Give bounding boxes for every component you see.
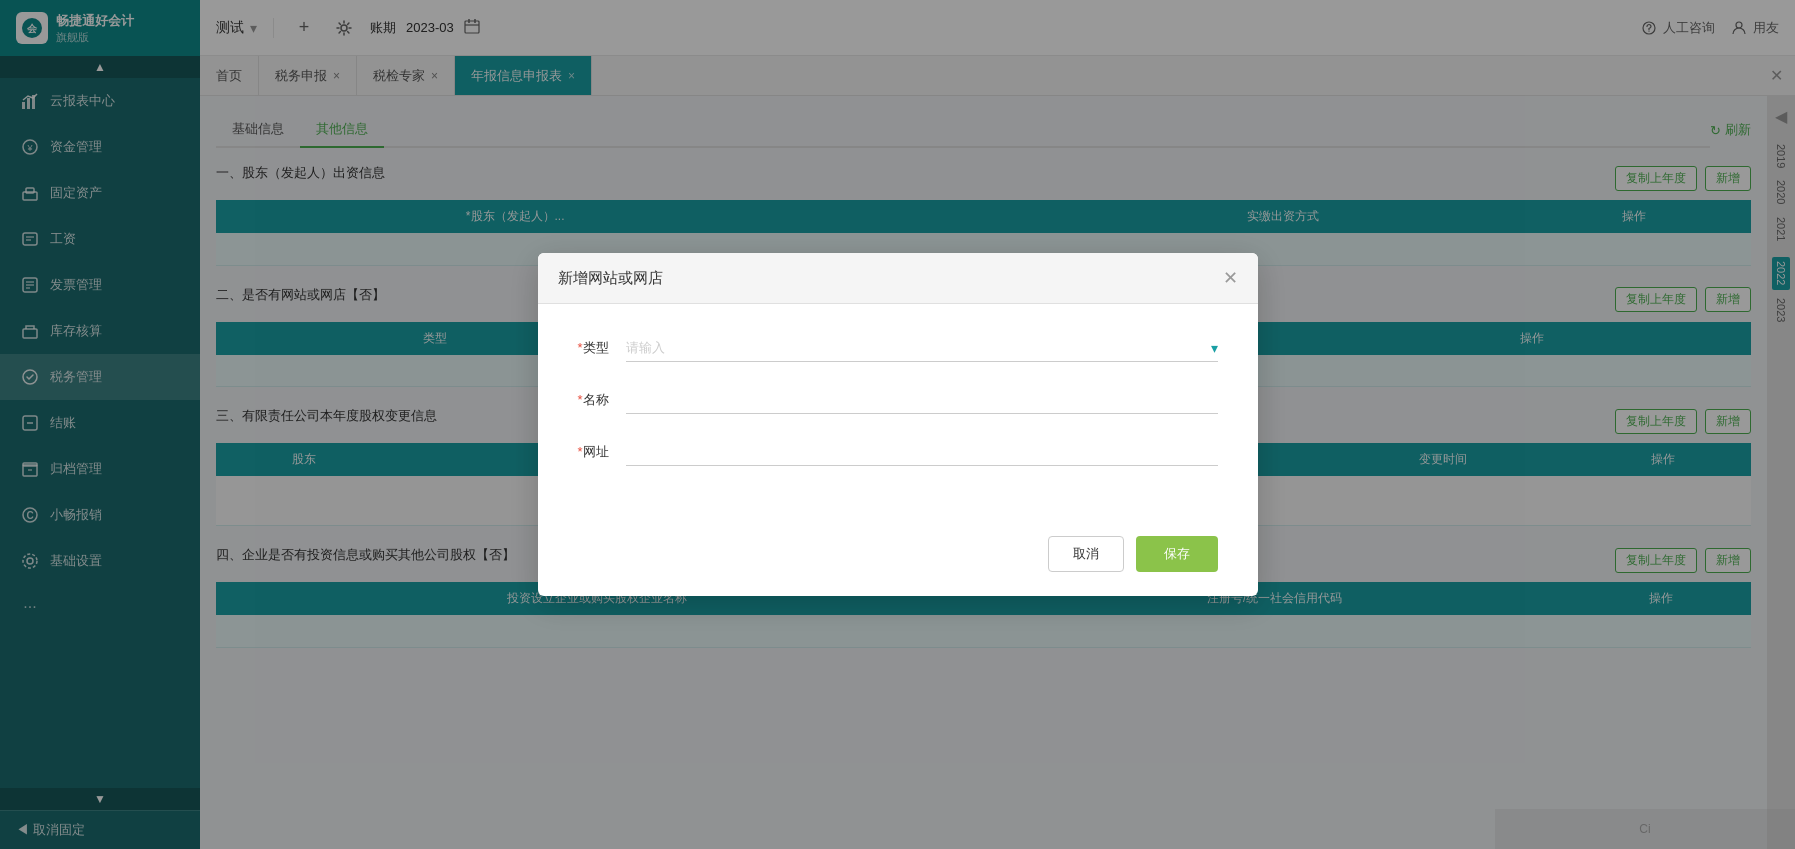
name-label: *名称 (578, 391, 618, 409)
modal-footer: 取消 保存 (538, 520, 1258, 596)
type-input-wrapper: ▾ (626, 334, 1218, 362)
name-input-wrapper (626, 386, 1218, 414)
url-input[interactable] (626, 438, 1218, 465)
name-input[interactable] (626, 386, 1218, 413)
modal-header: 新增网站或网店 ✕ (538, 253, 1258, 304)
type-label: *类型 (578, 339, 618, 357)
modal-body: *类型 ▾ *名称 *网址 (538, 304, 1258, 520)
type-chevron-icon[interactable]: ▾ (1211, 340, 1218, 356)
add-website-modal: 新增网站或网店 ✕ *类型 ▾ *名称 (538, 253, 1258, 596)
cancel-button[interactable]: 取消 (1048, 536, 1124, 572)
type-input[interactable] (626, 334, 1218, 361)
form-field-url: *网址 (578, 438, 1218, 466)
modal-title: 新增网站或网店 (558, 269, 663, 288)
form-field-type: *类型 ▾ (578, 334, 1218, 362)
form-field-name: *名称 (578, 386, 1218, 414)
modal-close-button[interactable]: ✕ (1223, 267, 1238, 289)
url-label: *网址 (578, 443, 618, 461)
modal-overlay: 新增网站或网店 ✕ *类型 ▾ *名称 (0, 0, 1795, 849)
url-input-wrapper (626, 438, 1218, 466)
save-button[interactable]: 保存 (1136, 536, 1218, 572)
